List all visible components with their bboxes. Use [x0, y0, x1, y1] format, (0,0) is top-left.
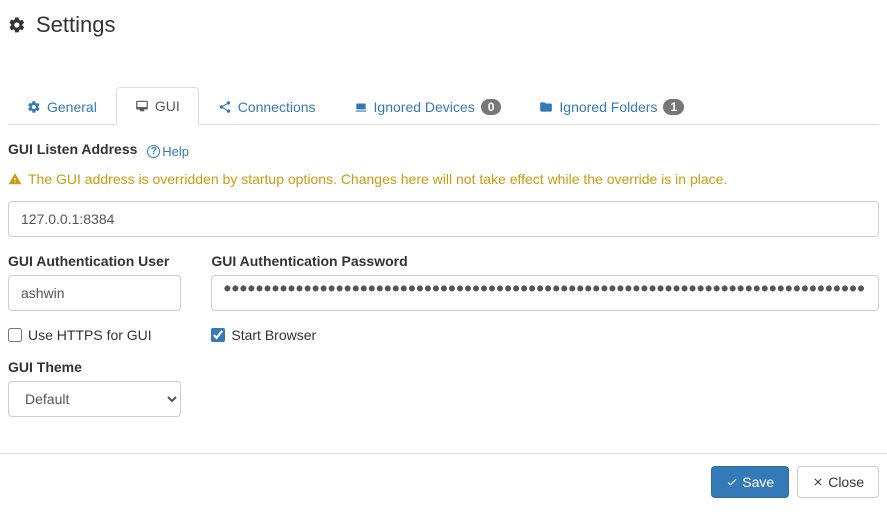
auth-user-input[interactable] [8, 275, 181, 311]
close-icon [812, 476, 824, 488]
count-badge: 1 [663, 99, 684, 115]
warning-text: The GUI address is overridden by startup… [28, 171, 727, 187]
page-header: Settings [0, 0, 887, 57]
tab-bar: General GUI Connections Ignored Devices … [8, 87, 879, 125]
listen-address-input[interactable] [8, 201, 879, 237]
auth-pass-input[interactable]: ●●●●●●●●●●●●●●●●●●●●●●●●●●●●●●●●●●●●●●●●… [211, 275, 879, 311]
tab-label: GUI [155, 98, 180, 114]
question-icon: ? [147, 145, 160, 158]
gear-icon [8, 16, 26, 34]
folder-icon [539, 100, 553, 114]
tab-label: General [47, 99, 97, 115]
auth-user-label: GUI Authentication User [8, 253, 169, 269]
dialog-footer: Save Close [0, 453, 887, 510]
auth-user-group: GUI Authentication User [8, 253, 181, 311]
monitor-icon [135, 99, 149, 113]
listen-address-group: GUI Listen Address ? Help The GUI addres… [8, 141, 879, 237]
close-button[interactable]: Close [797, 466, 879, 498]
tab-label: Connections [238, 99, 316, 115]
help-link[interactable]: ? Help [147, 144, 189, 159]
help-label: Help [162, 144, 189, 159]
theme-group: GUI Theme Default [8, 359, 181, 417]
start-browser-label: Start Browser [231, 327, 316, 343]
listen-address-label: GUI Listen Address [8, 141, 137, 157]
tab-general[interactable]: General [8, 88, 116, 125]
tab-label: Ignored Devices [374, 99, 475, 115]
close-label: Close [828, 474, 864, 490]
check-icon [726, 476, 738, 488]
start-browser-row: Start Browser [211, 327, 879, 343]
save-label: Save [742, 474, 774, 490]
override-warning: The GUI address is overridden by startup… [8, 171, 879, 187]
warning-icon [8, 172, 22, 186]
tab-ignored-folders[interactable]: Ignored Folders 1 [520, 88, 703, 125]
start-browser-checkbox[interactable] [211, 328, 225, 342]
save-button[interactable]: Save [711, 466, 789, 498]
use-https-checkbox[interactable] [8, 328, 22, 342]
tab-gui[interactable]: GUI [116, 87, 199, 125]
tab-content: GUI Listen Address ? Help The GUI addres… [0, 125, 887, 453]
laptop-icon [354, 100, 368, 114]
gear-icon [27, 100, 41, 114]
tab-label: Ignored Folders [559, 99, 657, 115]
theme-select[interactable]: Default [8, 381, 181, 417]
auth-pass-label: GUI Authentication Password [211, 253, 407, 269]
page-title: Settings [36, 12, 116, 38]
tab-ignored-devices[interactable]: Ignored Devices 0 [335, 88, 521, 125]
count-badge: 0 [481, 99, 502, 115]
use-https-label: Use HTTPS for GUI [28, 327, 152, 343]
theme-label: GUI Theme [8, 359, 82, 375]
share-icon [218, 100, 232, 114]
auth-pass-group: GUI Authentication Password ●●●●●●●●●●●●… [211, 253, 879, 311]
use-https-row: Use HTTPS for GUI [8, 327, 181, 343]
tab-connections[interactable]: Connections [199, 88, 335, 125]
